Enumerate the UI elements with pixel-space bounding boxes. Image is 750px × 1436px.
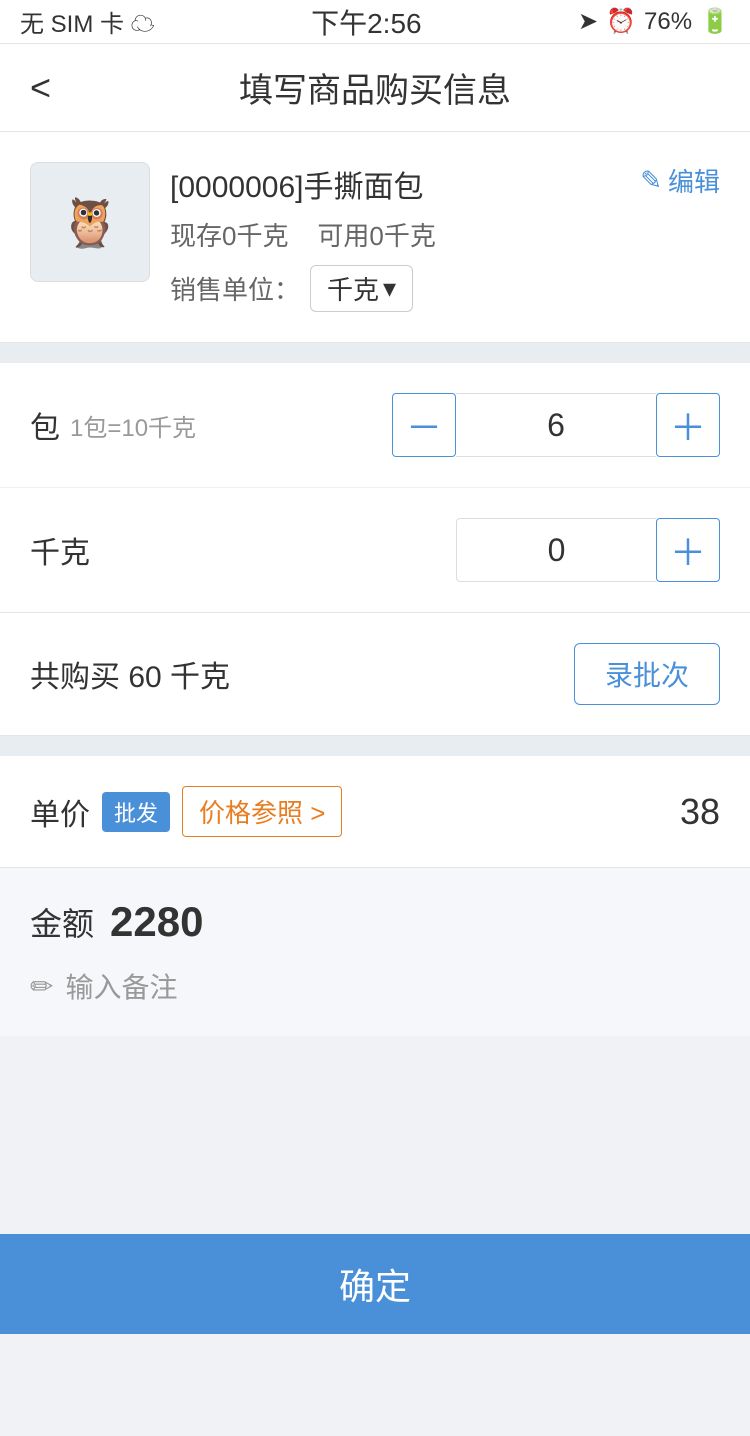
batch-button[interactable]: 录批次 xyxy=(574,643,720,705)
stock-label: 现存0千克 xyxy=(170,221,288,251)
available-label: 可用0千克 xyxy=(317,221,435,251)
price-label: 单价 xyxy=(30,790,90,834)
dropdown-icon: ▾ xyxy=(383,273,396,304)
bag-input-row: 包 1包=10千克 － ＋ xyxy=(0,363,750,488)
bag-label: 包 xyxy=(30,403,60,447)
battery-label: 76% xyxy=(644,8,692,36)
product-name: [0000006]手撕面包 xyxy=(170,162,720,206)
status-bar: 无 SIM 卡 ☁ 下午2:56 ➤ ⏰ 76% 🔋 xyxy=(0,0,750,44)
unit-label: 销售单位： xyxy=(170,270,300,307)
total-row: 共购买 60 千克 录批次 xyxy=(0,613,750,736)
quantity-input-section: 包 1包=10千克 － ＋ 千克 ＋ xyxy=(0,363,750,613)
bag-stepper: － ＋ xyxy=(392,393,720,457)
amount-label: 金额 xyxy=(30,899,94,945)
alarm-icon: ⏰ xyxy=(606,7,636,36)
price-left: 单价 批发 价格参照 > xyxy=(30,786,342,837)
product-card: 🦉 [0000006]手撕面包 现存0千克 可用0千克 销售单位： 千克 ▾ ✎… xyxy=(0,132,750,343)
status-left: 无 SIM 卡 ☁ xyxy=(20,4,155,39)
price-value: 38 xyxy=(680,791,720,833)
edit-label: 编辑 xyxy=(668,162,720,199)
price-tag: 批发 xyxy=(102,792,170,832)
edit-button[interactable]: ✎ 编辑 xyxy=(640,162,720,199)
edit-icon: ✎ xyxy=(640,165,662,196)
battery-icon: 🔋 xyxy=(700,7,730,36)
unit-select[interactable]: 千克 ▾ xyxy=(310,265,413,312)
kg-stepper: ＋ xyxy=(456,518,720,582)
section-separator-2 xyxy=(0,736,750,756)
kg-input-row: 千克 ＋ xyxy=(0,488,750,612)
bag-input[interactable] xyxy=(456,393,656,457)
product-image: 🦉 xyxy=(30,162,150,282)
confirm-button[interactable]: 确定 xyxy=(0,1234,750,1334)
product-unit: 销售单位： 千克 ▾ xyxy=(170,265,720,312)
kg-label: 千克 xyxy=(30,528,90,572)
amount-section: 金额 2280 ✏ 输入备注 xyxy=(0,868,750,1036)
price-row: 单价 批发 价格参照 > 38 xyxy=(30,786,720,837)
amount-value: 2280 xyxy=(110,898,203,946)
pencil-icon: ✏ xyxy=(30,970,53,1003)
amount-row: 金额 2280 xyxy=(30,898,720,946)
location-icon: ➤ xyxy=(578,7,598,36)
remark-placeholder[interactable]: 输入备注 xyxy=(65,966,177,1006)
back-button[interactable]: < xyxy=(30,67,51,109)
product-thumbnail: 🦉 xyxy=(60,194,120,251)
price-ref-button[interactable]: 价格参照 > xyxy=(182,786,342,837)
unit-value: 千克 xyxy=(327,270,379,307)
status-time: 下午2:56 xyxy=(311,2,422,42)
bag-hint: 1包=10千克 xyxy=(70,408,392,443)
bag-plus-button[interactable]: ＋ xyxy=(656,393,720,457)
product-stock: 现存0千克 可用0千克 xyxy=(170,216,720,253)
section-separator xyxy=(0,343,750,363)
page-title: 填写商品购买信息 xyxy=(239,63,511,112)
bag-minus-button[interactable]: － xyxy=(392,393,456,457)
total-label: 共购买 60 千克 xyxy=(30,652,230,696)
sim-label: 无 SIM 卡 ☁ xyxy=(20,4,155,39)
price-section: 单价 批发 价格参照 > 38 xyxy=(0,756,750,868)
product-info: [0000006]手撕面包 现存0千克 可用0千克 销售单位： 千克 ▾ xyxy=(170,162,720,312)
kg-plus-button[interactable]: ＋ xyxy=(656,518,720,582)
kg-input[interactable] xyxy=(456,518,656,582)
bottom-pad xyxy=(0,1336,750,1436)
remark-row[interactable]: ✏ 输入备注 xyxy=(30,966,720,1006)
status-right: ➤ ⏰ 76% 🔋 xyxy=(578,7,730,36)
nav-bar: < 填写商品购买信息 xyxy=(0,44,750,132)
